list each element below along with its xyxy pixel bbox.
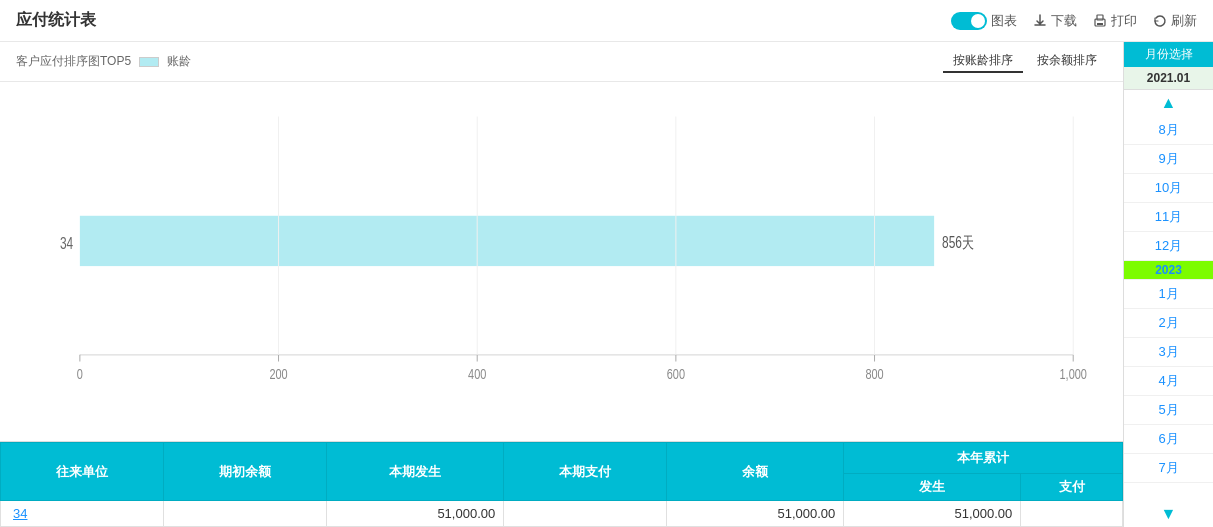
download-label: 下载 [1051, 12, 1077, 30]
unit-link[interactable]: 34 [13, 506, 27, 521]
table-body: 34 51,000.00 51,000.00 51,000.00 [1, 501, 1123, 527]
table-row: 34 51,000.00 51,000.00 51,000.00 [1, 501, 1123, 527]
bar-y-label: 34 [60, 234, 73, 252]
download-action[interactable]: 下载 [1033, 12, 1077, 30]
sidebar-header: 月份选择 [1124, 42, 1213, 67]
col-year-occur: 发生 [844, 474, 1021, 501]
toggle-label: 图表 [991, 12, 1017, 30]
svg-text:600: 600 [667, 365, 685, 382]
chart-container: 34 856天 0 200 400 600 [0, 82, 1123, 441]
sidebar-month-12[interactable]: 12月 [1124, 232, 1213, 261]
legend-label: 账龄 [167, 53, 191, 70]
sidebar-down-btn[interactable]: ▼ [1124, 501, 1213, 527]
sidebar-month-2[interactable]: 2月 [1124, 309, 1213, 338]
sort-by-balance-btn[interactable]: 按余额排序 [1027, 50, 1107, 73]
legend-color-box [139, 57, 159, 67]
svg-text:1,000: 1,000 [1060, 365, 1087, 382]
col-year-group: 本年累计 [844, 443, 1123, 474]
cell-opening [164, 501, 327, 527]
sidebar-month-8[interactable]: 8月 [1124, 116, 1213, 145]
sidebar-month-5[interactable]: 5月 [1124, 396, 1213, 425]
sidebar-month-4[interactable]: 4月 [1124, 367, 1213, 396]
svg-rect-2 [1097, 23, 1103, 25]
bar-chart: 34 856天 0 200 400 600 [60, 90, 1103, 421]
download-icon [1033, 14, 1047, 28]
header-actions: 图表 下载 打印 刷新 [951, 12, 1197, 30]
chart-toggle[interactable] [951, 12, 987, 30]
cell-unit: 34 [1, 501, 164, 527]
col-pay: 本期支付 [504, 443, 667, 501]
sidebar-month-3[interactable]: 3月 [1124, 338, 1213, 367]
svg-text:800: 800 [865, 365, 883, 382]
toggle-knob [971, 14, 985, 28]
refresh-action[interactable]: 刷新 [1153, 12, 1197, 30]
sidebar-year-marker: 2023 [1124, 261, 1213, 280]
col-occur: 本期发生 [327, 443, 504, 501]
chart-area: 客户应付排序图TOP5 账龄 按账龄排序 按余额排序 34 856天 [0, 42, 1123, 527]
cell-occur: 51,000.00 [327, 501, 504, 527]
chart-top-label: 客户应付排序图TOP5 [16, 53, 131, 70]
sidebar-month-6[interactable]: 6月 [1124, 425, 1213, 454]
cell-pay [504, 501, 667, 527]
cell-year-pay [1021, 501, 1123, 527]
data-table: 往来单位 期初余额 本期发生 本期支付 余额 本年累计 发生 支付 [0, 442, 1123, 527]
cell-balance: 51,000.00 [667, 501, 844, 527]
sidebar-current-date: 2021.01 [1124, 67, 1213, 90]
cell-year-occur: 51,000.00 [844, 501, 1021, 527]
chart-header: 客户应付排序图TOP5 账龄 按账龄排序 按余额排序 [0, 42, 1123, 82]
page-title: 应付统计表 [16, 10, 96, 31]
table-area: 往来单位 期初余额 本期发生 本期支付 余额 本年累计 发生 支付 [0, 441, 1123, 527]
chart-sort-btns: 按账龄排序 按余额排序 [943, 50, 1107, 73]
sidebar-month-11[interactable]: 11月 [1124, 203, 1213, 232]
sidebar-up-btn[interactable]: ▲ [1124, 90, 1213, 116]
svg-text:400: 400 [468, 365, 486, 382]
svg-text:200: 200 [269, 365, 287, 382]
bar-end-label: 856天 [942, 233, 974, 251]
sidebar-scroll[interactable]: 8月 9月 10月 11月 12月 2023 1月 2月 3月 4月 5月 6月… [1124, 116, 1213, 501]
print-icon [1093, 14, 1107, 28]
sidebar-month-1[interactable]: 1月 [1124, 280, 1213, 309]
col-balance: 余额 [667, 443, 844, 501]
print-action[interactable]: 打印 [1093, 12, 1137, 30]
col-year-pay: 支付 [1021, 474, 1123, 501]
col-opening: 期初余额 [164, 443, 327, 501]
table-header-row: 往来单位 期初余额 本期发生 本期支付 余额 本年累计 [1, 443, 1123, 474]
sidebar: 月份选择 2021.01 ▲ 8月 9月 10月 11月 12月 2023 1月… [1123, 42, 1213, 527]
sidebar-month-7[interactable]: 7月 [1124, 454, 1213, 483]
refresh-icon [1153, 14, 1167, 28]
chart-legend: 客户应付排序图TOP5 账龄 [16, 53, 191, 70]
col-unit: 往来单位 [1, 443, 164, 501]
sidebar-month-9[interactable]: 9月 [1124, 145, 1213, 174]
bar-rect [80, 216, 934, 266]
print-label: 打印 [1111, 12, 1137, 30]
main-content: 客户应付排序图TOP5 账龄 按账龄排序 按余额排序 34 856天 [0, 42, 1213, 527]
svg-text:0: 0 [77, 365, 83, 382]
app-container: 应付统计表 图表 下载 打印 [0, 0, 1213, 527]
header: 应付统计表 图表 下载 打印 [0, 0, 1213, 42]
table-wrapper[interactable]: 往来单位 期初余额 本期发生 本期支付 余额 本年累计 发生 支付 [0, 442, 1123, 527]
refresh-label: 刷新 [1171, 12, 1197, 30]
toggle-chart-action[interactable]: 图表 [951, 12, 1017, 30]
sidebar-month-10[interactable]: 10月 [1124, 174, 1213, 203]
sort-by-age-btn[interactable]: 按账龄排序 [943, 50, 1023, 73]
